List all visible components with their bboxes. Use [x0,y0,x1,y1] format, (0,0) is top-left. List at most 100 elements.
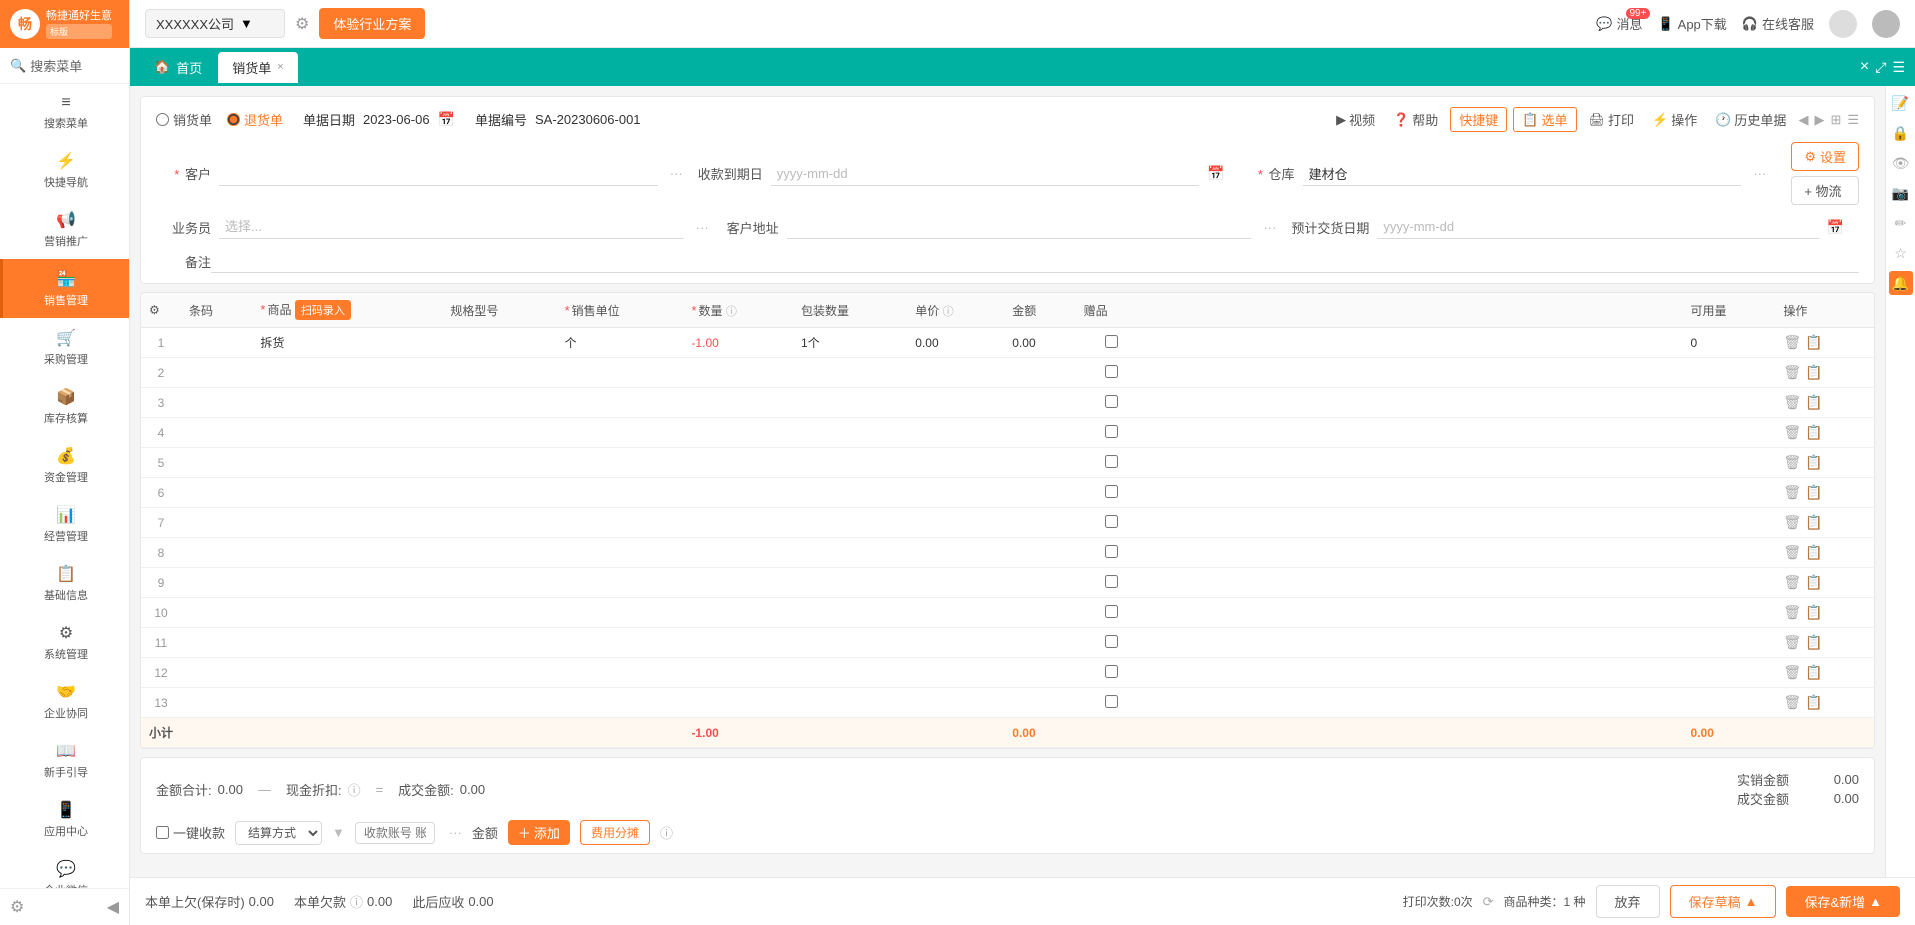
payment-calendar-icon[interactable]: 📅 [1207,165,1224,182]
gift-checkbox[interactable] [1105,575,1118,588]
payment-account-input[interactable] [355,822,435,844]
row-unit-price[interactable] [907,388,1004,418]
row-qty[interactable] [683,508,793,538]
delete-icon[interactable]: 🗑 [1783,334,1801,351]
add-payment-btn[interactable]: ＋ 添加 [508,820,570,845]
row-product[interactable] [252,628,442,658]
row-unit-price[interactable] [907,568,1004,598]
row-barcode[interactable] [181,478,252,508]
one-click-payment[interactable]: 一键收款 [156,823,225,842]
row-unit[interactable] [557,628,684,658]
list-view-icon[interactable]: ☰ [1892,59,1905,76]
row-unit[interactable] [557,568,684,598]
sidebar-item-base[interactable]: 📋 基础信息 [0,554,129,613]
gift-checkbox[interactable] [1105,335,1118,348]
row-barcode[interactable] [181,538,252,568]
delete-icon[interactable]: 🗑 [1783,664,1801,681]
copy-icon[interactable]: 📋 [1805,604,1822,621]
user-avatar2[interactable] [1872,10,1900,38]
scan-button[interactable]: 扫码录入 [295,300,351,320]
row-amount[interactable] [1004,388,1075,418]
row-unit[interactable] [557,538,684,568]
copy-icon[interactable]: 📋 [1805,454,1822,471]
row-pkg-qty[interactable] [793,358,907,388]
row-spec[interactable] [442,568,556,598]
radio-sales[interactable]: 销货单 [156,110,212,129]
row-pkg-qty[interactable] [793,568,907,598]
row-amount[interactable] [1004,508,1075,538]
sidebar-item-wechat[interactable]: 💬 企业微信 [0,849,129,888]
grid-view-icon[interactable]: ⊞ [1830,112,1841,128]
row-pkg-qty[interactable]: 1个 [793,328,907,358]
row-product[interactable] [252,418,442,448]
video-btn[interactable]: ▶ 视频 [1330,107,1381,132]
panel-star-icon[interactable]: ☆ [1889,241,1913,265]
copy-icon[interactable]: 📋 [1805,514,1822,531]
row-unit-price[interactable] [907,448,1004,478]
sidebar-item-system[interactable]: ⚙ 系统管理 [0,613,129,672]
copy-icon[interactable]: 📋 [1805,664,1822,681]
sidebar-item-management[interactable]: 📊 经营管理 [0,495,129,554]
row-barcode[interactable] [181,388,252,418]
online-service-btn[interactable]: 🎧 在线客服 [1742,14,1814,33]
sidebar-item-quick-nav[interactable]: ≡ 搜索菜单 [0,84,129,141]
panel-alert-icon[interactable]: 🔔 [1889,271,1913,295]
payment-date-input[interactable] [771,162,1199,186]
row-gift[interactable] [1076,658,1147,688]
panel-eye-icon[interactable]: 👁 [1889,151,1913,175]
message-btn[interactable]: 💬 消息 99+ [1596,14,1642,33]
row-spec[interactable] [442,328,556,358]
row-unit-price[interactable] [907,418,1004,448]
row-unit-price[interactable] [907,358,1004,388]
row-spec[interactable] [442,508,556,538]
row-qty[interactable] [683,628,793,658]
addr-dots[interactable]: ··· [1263,220,1276,235]
delete-icon[interactable]: 🗑 [1783,394,1801,411]
row-gift[interactable] [1076,568,1147,598]
copy-icon[interactable]: 📋 [1805,484,1822,501]
row-pkg-qty[interactable] [793,508,907,538]
row-unit-price[interactable] [907,628,1004,658]
row-spec[interactable] [442,448,556,478]
row-qty[interactable] [683,568,793,598]
search-menu[interactable]: 🔍 搜索菜单 [0,48,129,84]
delete-icon[interactable]: 🗑 [1783,484,1801,501]
row-gift[interactable] [1076,598,1147,628]
row-pkg-qty[interactable] [793,598,907,628]
row-unit[interactable]: 个 [557,328,684,358]
row-gift[interactable] [1076,358,1147,388]
row-barcode[interactable] [181,628,252,658]
row-unit-price[interactable] [907,598,1004,628]
row-qty[interactable] [683,598,793,628]
sidebar-item-apps[interactable]: 📱 应用中心 [0,790,129,849]
expected-date-input[interactable] [1377,215,1818,239]
row-product[interactable] [252,358,442,388]
row-amount[interactable] [1004,688,1075,718]
row-gift[interactable] [1076,388,1147,418]
row-qty[interactable] [683,478,793,508]
trial-button[interactable]: 体验行业方案 [319,8,425,39]
copy-icon[interactable]: 📋 [1805,544,1822,561]
row-unit-price[interactable] [907,658,1004,688]
panel-edit-icon[interactable]: ✏ [1889,211,1913,235]
collapse-icon[interactable]: ◀ [107,897,119,917]
tab-home[interactable]: 🏠 首页 [140,52,216,83]
row-qty[interactable] [683,658,793,688]
radio-return-input[interactable] [227,113,240,126]
gift-checkbox[interactable] [1105,695,1118,708]
row-spec[interactable] [442,658,556,688]
split-btn[interactable]: 费用分摊 [580,820,650,845]
delete-icon[interactable]: 🗑 [1783,574,1801,591]
app-download-btn[interactable]: 📱 App下载 [1657,14,1726,33]
row-product[interactable] [252,508,442,538]
ops-btn[interactable]: ⚡ 操作 [1646,107,1703,132]
gift-checkbox[interactable] [1105,635,1118,648]
row-qty[interactable]: -1.00 [683,328,793,358]
gift-checkbox[interactable] [1105,665,1118,678]
row-unit-price[interactable] [907,688,1004,718]
row-product[interactable] [252,448,442,478]
row-pkg-qty[interactable] [793,448,907,478]
row-spec[interactable] [442,418,556,448]
row-barcode[interactable] [181,418,252,448]
row-qty[interactable] [683,448,793,478]
